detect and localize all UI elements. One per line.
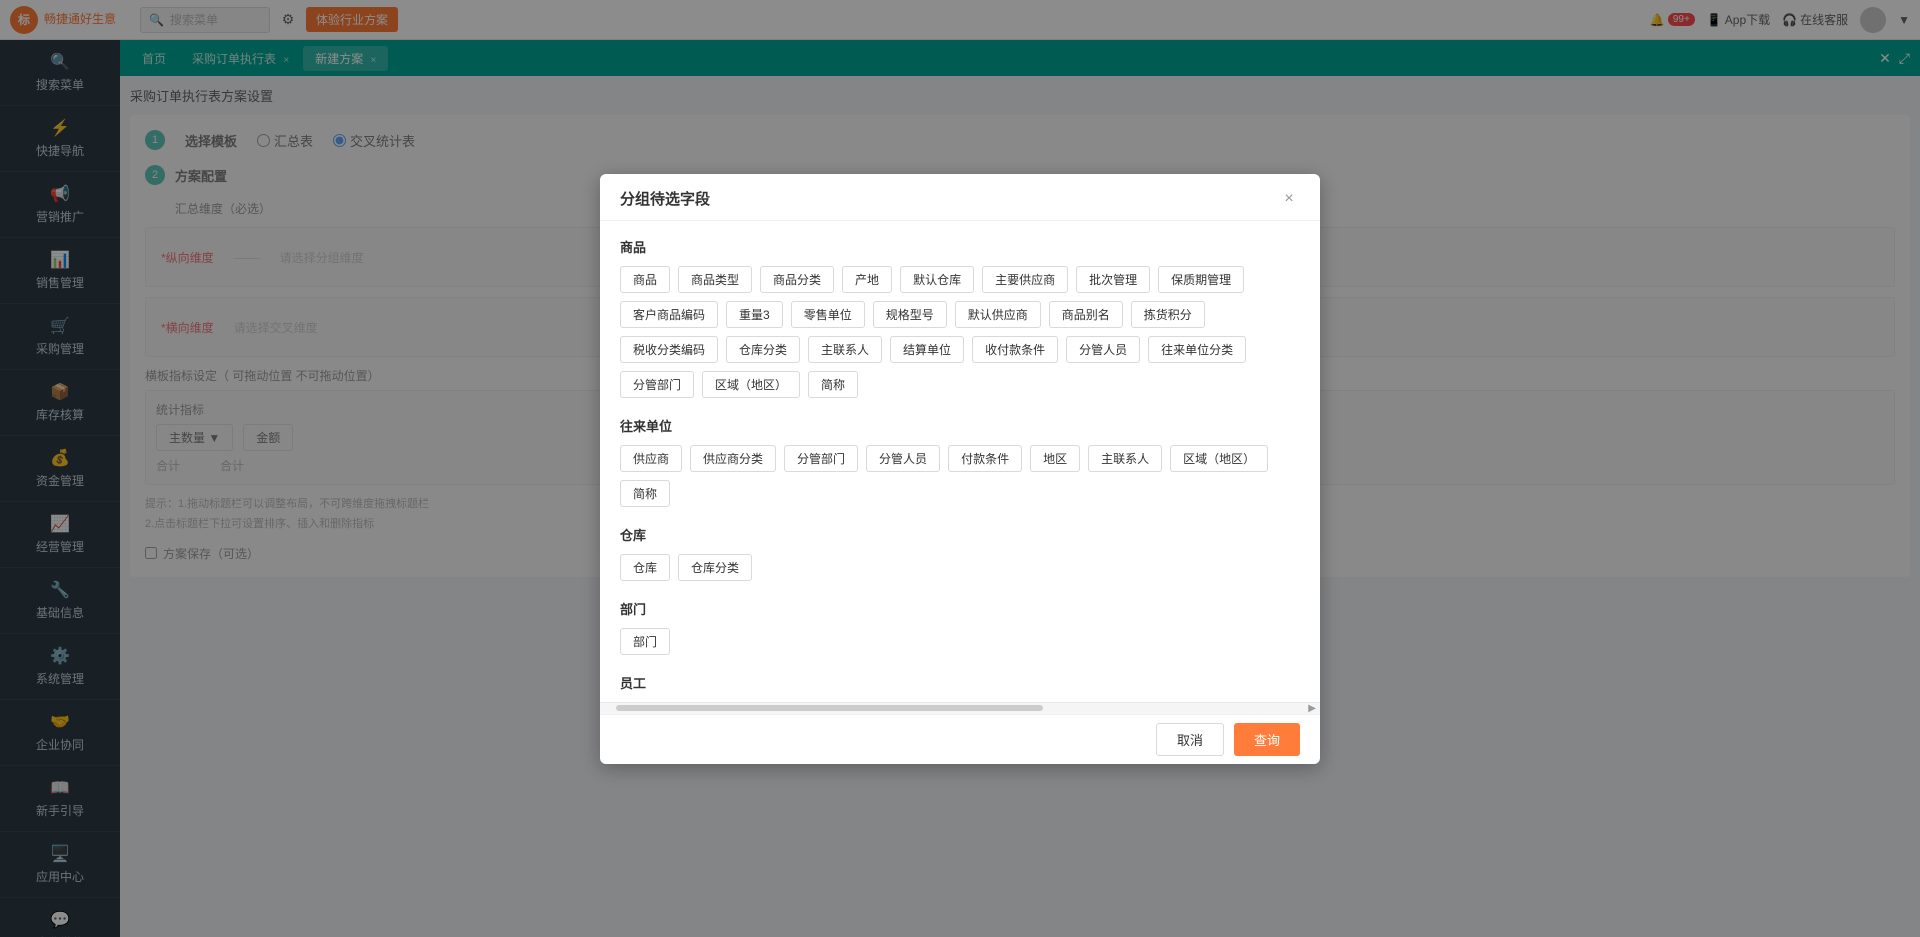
field-tag-warehouse[interactable]: 仓库 (620, 554, 670, 581)
field-tag-pick-points[interactable]: 拣货积分 (1131, 301, 1205, 328)
section-warehouse: 仓库 仓库 仓库分类 (620, 525, 1300, 581)
field-tag-warehouse-cat[interactable]: 仓库分类 (726, 336, 800, 363)
field-tag-region2[interactable]: 区域（地区） (1170, 445, 1268, 472)
section-title-warehouse: 仓库 (620, 525, 1300, 544)
field-tag-default-warehouse[interactable]: 默认仓库 (900, 266, 974, 293)
field-tag-area[interactable]: 地区 (1030, 445, 1080, 472)
hscroll-thumb[interactable] (616, 705, 1043, 711)
field-tag-origin[interactable]: 产地 (842, 266, 892, 293)
field-tag-abbr2[interactable]: 简称 (620, 480, 670, 507)
field-tag-department[interactable]: 部门 (620, 628, 670, 655)
section-goods: 商品 商品 商品类型 商品分类 产地 默认仓库 主要供应商 批次管理 保质期管理… (620, 237, 1300, 398)
hscroll-right-arrow[interactable]: ▶ (1308, 703, 1316, 714)
field-tag-dept2[interactable]: 分管部门 (784, 445, 858, 472)
field-tag-spec-model[interactable]: 规格型号 (873, 301, 947, 328)
modal-close-button[interactable]: × (1278, 188, 1300, 210)
field-tag-payment-terms[interactable]: 收付款条件 (972, 336, 1058, 363)
field-tag-main-contact2[interactable]: 主联系人 (1088, 445, 1162, 472)
dept-field-tags: 部门 (620, 628, 1300, 655)
section-title-department: 部门 (620, 599, 1300, 618)
field-tag-manager2[interactable]: 分管人员 (866, 445, 940, 472)
field-tag-payment-cond[interactable]: 付款条件 (948, 445, 1022, 472)
confirm-button[interactable]: 查询 (1234, 723, 1300, 756)
warehouse-field-tags: 仓库 仓库分类 (620, 554, 1300, 581)
field-tag-partner-cat[interactable]: 往来单位分类 (1148, 336, 1246, 363)
field-tag-shelf-life[interactable]: 保质期管理 (1158, 266, 1244, 293)
field-tag-manager[interactable]: 分管人员 (1066, 336, 1140, 363)
field-tag-tax-code[interactable]: 税收分类编码 (620, 336, 718, 363)
goods-field-tags: 商品 商品类型 商品分类 产地 默认仓库 主要供应商 批次管理 保质期管理 客户… (620, 266, 1300, 398)
field-select-modal: 分组待选字段 × 商品 商品 商品类型 商品分类 产地 默认仓库 主要供应商 批… (600, 174, 1320, 764)
modal-footer: 取消 查询 (600, 714, 1320, 764)
section-employee: 员工 业务员 (620, 673, 1300, 702)
field-tag-customer-code[interactable]: 客户商品编码 (620, 301, 718, 328)
field-tag-abbreviation[interactable]: 简称 (808, 371, 858, 398)
field-tag-goods[interactable]: 商品 (620, 266, 670, 293)
field-tag-default-supplier[interactable]: 默认供应商 (955, 301, 1041, 328)
field-tag-goods-alias[interactable]: 商品别名 (1049, 301, 1123, 328)
field-tag-main-contact[interactable]: 主联系人 (808, 336, 882, 363)
section-department: 部门 部门 (620, 599, 1300, 655)
field-tag-goods-category[interactable]: 商品分类 (760, 266, 834, 293)
modal-header: 分组待选字段 × (600, 174, 1320, 221)
horizontal-scrollbar[interactable]: ▶ (600, 702, 1320, 714)
cancel-button[interactable]: 取消 (1156, 723, 1224, 756)
field-tag-settle-unit[interactable]: 结算单位 (890, 336, 964, 363)
field-tag-region[interactable]: 区域（地区） (702, 371, 800, 398)
field-tag-batch-mgmt[interactable]: 批次管理 (1076, 266, 1150, 293)
section-title-employee: 员工 (620, 673, 1300, 692)
field-tag-weight3[interactable]: 重量3 (726, 301, 783, 328)
partners-field-tags: 供应商 供应商分类 分管部门 分管人员 付款条件 地区 主联系人 区域（地区） … (620, 445, 1300, 507)
field-tag-goods-type[interactable]: 商品类型 (678, 266, 752, 293)
section-title-goods: 商品 (620, 237, 1300, 256)
field-tag-supplier[interactable]: 供应商 (620, 445, 682, 472)
modal-title: 分组待选字段 (620, 188, 710, 209)
field-tag-main-supplier[interactable]: 主要供应商 (982, 266, 1068, 293)
section-title-partners: 往来单位 (620, 416, 1300, 435)
modal-body: 商品 商品 商品类型 商品分类 产地 默认仓库 主要供应商 批次管理 保质期管理… (600, 221, 1320, 702)
field-tag-warehouse-cat2[interactable]: 仓库分类 (678, 554, 752, 581)
field-tag-supplier-cat[interactable]: 供应商分类 (690, 445, 776, 472)
field-tag-retail-unit[interactable]: 零售单位 (791, 301, 865, 328)
section-partners: 往来单位 供应商 供应商分类 分管部门 分管人员 付款条件 地区 主联系人 区域… (620, 416, 1300, 507)
field-tag-dept[interactable]: 分管部门 (620, 371, 694, 398)
modal-overlay: 分组待选字段 × 商品 商品 商品类型 商品分类 产地 默认仓库 主要供应商 批… (0, 0, 1920, 937)
